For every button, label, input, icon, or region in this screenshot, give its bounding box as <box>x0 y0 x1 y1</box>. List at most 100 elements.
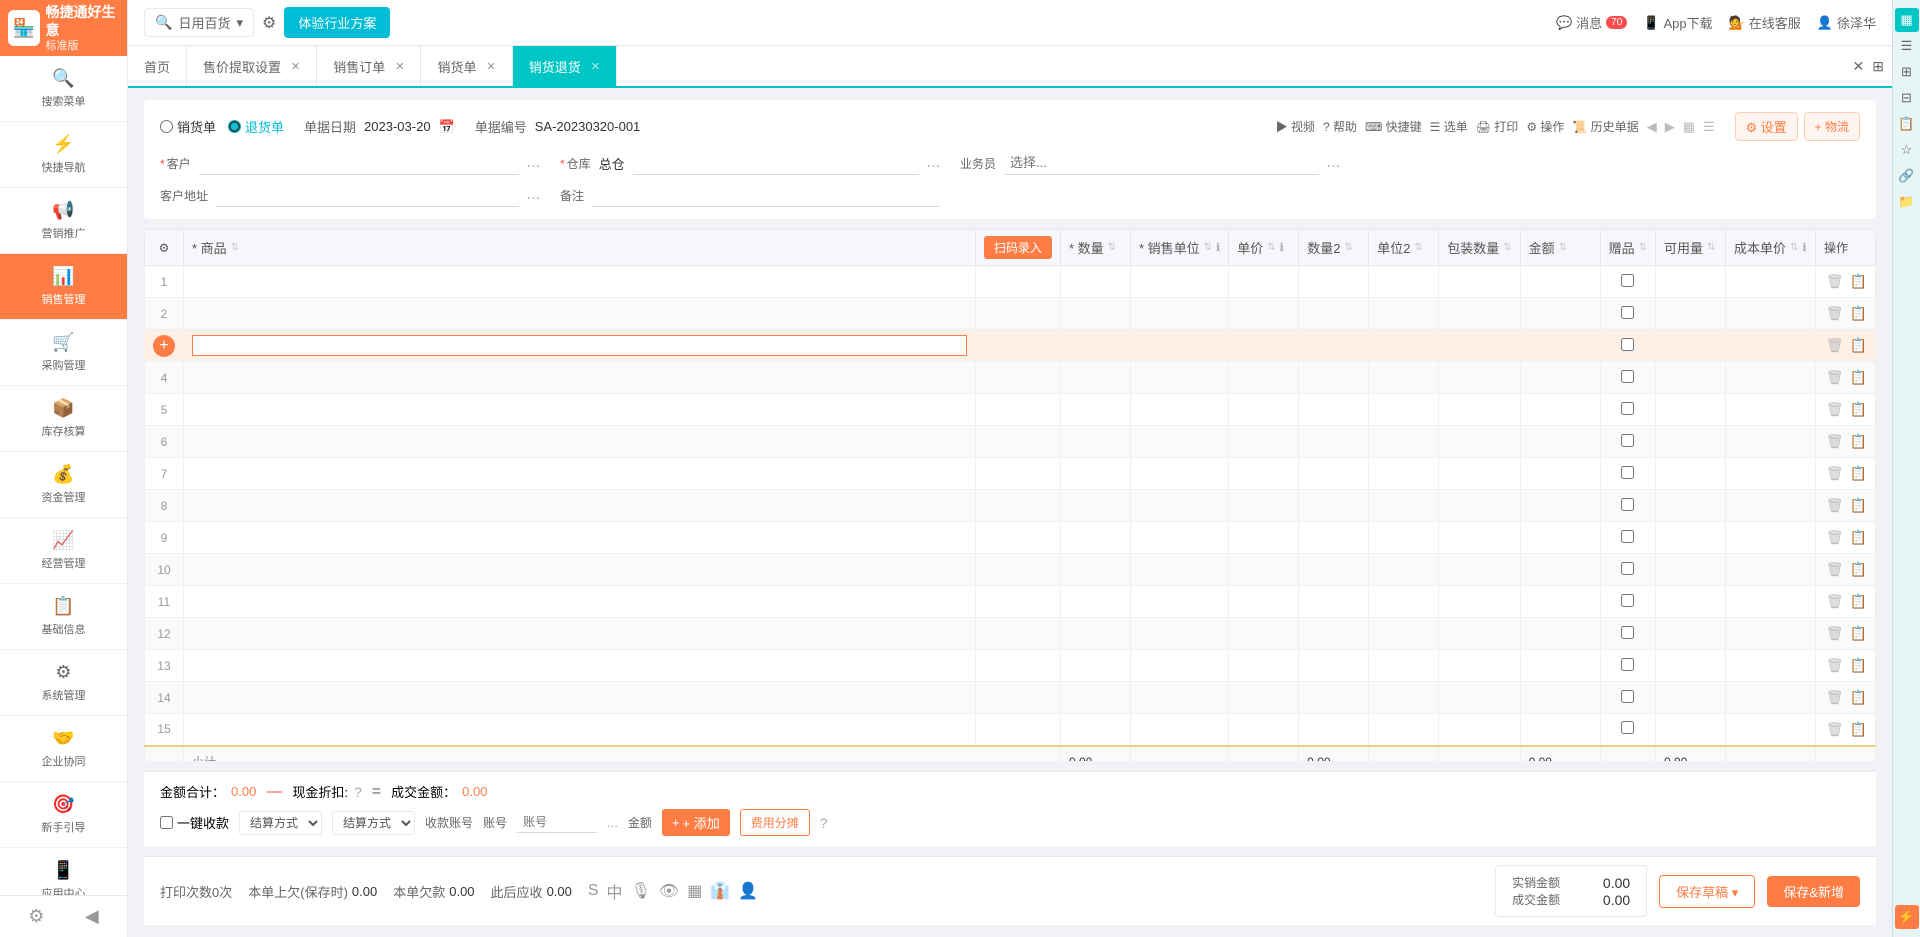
tab-close-all[interactable]: ✕ <box>1853 58 1865 75</box>
copy-icon[interactable]: 📋 <box>1850 401 1867 418</box>
remarks-input[interactable] <box>592 183 940 207</box>
one-key-payment-checkbox[interactable]: 一键收款 <box>160 813 229 832</box>
sidebar-item-operations[interactable]: 📈 经营管理 <box>0 518 127 584</box>
copy-icon[interactable]: 📋 <box>1850 529 1867 546</box>
chevron-down-icon[interactable]: ▾ <box>1732 885 1739 900</box>
product-cell-active[interactable] <box>184 330 976 362</box>
delete-icon[interactable]: 🗑 <box>1826 721 1844 738</box>
right-sidebar-grid-btn[interactable]: ▦ <box>1895 8 1919 32</box>
product-input[interactable] <box>192 274 967 289</box>
settle-method-select[interactable]: 结算方式 <box>239 811 322 835</box>
gift-checkbox[interactable] <box>1621 594 1634 607</box>
radio-return-input[interactable] <box>228 120 241 133</box>
sort-pkg-icon[interactable]: ⇅ <box>1503 242 1511 253</box>
operations-action[interactable]: ⚙ 操作 <box>1526 118 1564 135</box>
gift-checkbox[interactable] <box>1621 274 1634 287</box>
copy-icon[interactable]: 📋 <box>1850 561 1867 578</box>
sidebar-item-inventory[interactable]: 📦 库存核算 <box>0 386 127 452</box>
toolbar-icon-zh[interactable]: 中 <box>607 879 623 903</box>
copy-icon[interactable]: 📋 <box>1850 721 1867 738</box>
save-draft-btn[interactable]: 保存草稿 ▾ <box>1659 875 1755 908</box>
copy-icon[interactable]: 📋 <box>1850 273 1867 290</box>
radio-delivery[interactable]: 销货单 <box>160 117 216 136</box>
select-action[interactable]: ☰ 选单 <box>1430 118 1468 135</box>
delete-icon[interactable]: 🗑 <box>1826 433 1844 450</box>
sidebar-item-sales[interactable]: 📊 销售管理 <box>0 254 127 320</box>
sidebar-item-guide[interactable]: 🎯 新手引导 <box>0 782 127 848</box>
tab-home[interactable]: 首页 <box>128 46 187 86</box>
gift-checkbox[interactable] <box>1621 562 1634 575</box>
print-action[interactable]: 🖨 打印 <box>1476 118 1519 135</box>
gift-checkbox[interactable] <box>1621 530 1634 543</box>
experience-btn[interactable]: 体验行业方案 <box>284 7 390 38</box>
copy-icon[interactable]: 📋 <box>1850 593 1867 610</box>
calculate-method-select[interactable]: 结算方式 <box>332 811 415 835</box>
delete-icon[interactable]: 🗑 <box>1826 401 1844 418</box>
address-ellipsis-btn[interactable]: ... <box>527 187 540 203</box>
toolbar-icon-eye[interactable]: 👁 <box>659 881 679 901</box>
unit-info-icon[interactable]: ℹ <box>1216 241 1220 254</box>
customer-service-btn[interactable]: 💁 在线客服 <box>1729 13 1801 32</box>
copy-icon[interactable]: 📋 <box>1850 337 1867 354</box>
fee-split-btn[interactable]: 费用分摊 <box>740 809 810 836</box>
copy-icon[interactable]: 📋 <box>1850 305 1867 322</box>
sidebar-item-system[interactable]: ⚙ 系统管理 <box>0 650 127 716</box>
sort-unit2-icon[interactable]: ⇅ <box>1414 242 1422 253</box>
video-action[interactable]: ▶ 视频 <box>1276 118 1315 135</box>
settings-btn[interactable]: ⚙ 设置 <box>1735 112 1798 141</box>
delete-icon[interactable]: 🗑 <box>1826 369 1844 386</box>
sort-unit-icon[interactable]: ⇅ <box>1204 242 1212 253</box>
right-sidebar-action-btn[interactable]: ⚡ <box>1895 905 1919 929</box>
nav-prev-icon[interactable]: ◀ <box>1647 119 1657 135</box>
right-sidebar-list-btn[interactable]: ☰ <box>1895 34 1919 58</box>
delete-icon[interactable]: 🗑 <box>1826 657 1844 674</box>
toolbar-icon-person[interactable]: 👤 <box>738 881 758 901</box>
grid-view-icon[interactable]: ▦ <box>1683 119 1695 135</box>
copy-icon[interactable]: 📋 <box>1850 657 1867 674</box>
toolbar-icon-grid[interactable]: ▦ <box>687 881 702 901</box>
delete-icon[interactable]: 🗑 <box>1826 529 1844 546</box>
right-sidebar-expand-btn[interactable]: ⊞ <box>1895 60 1919 84</box>
warehouse-input[interactable] <box>633 151 919 175</box>
sidebar-item-appstore[interactable]: 📱 应用中心 <box>0 848 127 895</box>
add-row-btn[interactable]: + <box>153 335 175 357</box>
delete-icon[interactable]: 🗑 <box>1826 465 1844 482</box>
delete-icon[interactable]: 🗑 <box>1826 305 1844 322</box>
tab-sales-return-close[interactable]: ✕ <box>591 60 600 73</box>
gift-checkbox[interactable] <box>1621 370 1634 383</box>
sidebar-collapse-btn[interactable]: ◀ <box>85 906 99 927</box>
one-key-payment-input[interactable] <box>160 816 173 829</box>
product-cell[interactable] <box>184 266 976 298</box>
user-profile[interactable]: 👤 徐泽华 <box>1817 13 1876 32</box>
sidebar-item-purchase[interactable]: 🛒 采购管理 <box>0 320 127 386</box>
gift-checkbox[interactable] <box>1621 690 1634 703</box>
sidebar-item-shortcut[interactable]: ⚡ 快捷导航 <box>0 122 127 188</box>
logistics-btn[interactable]: + 物流 <box>1804 112 1860 141</box>
delete-icon[interactable]: 🗑 <box>1826 337 1844 354</box>
copy-icon[interactable]: 📋 <box>1850 689 1867 706</box>
right-sidebar-star-btn[interactable]: ☆ <box>1895 138 1919 162</box>
gift-checkbox[interactable] <box>1621 306 1634 319</box>
tab-price-setup-close[interactable]: ✕ <box>291 60 300 73</box>
copy-icon[interactable]: 📋 <box>1850 369 1867 386</box>
nav-next-icon[interactable]: ▶ <box>1665 119 1675 135</box>
product-input-active[interactable] <box>192 335 967 356</box>
gift-checkbox[interactable] <box>1621 658 1634 671</box>
copy-icon[interactable]: 📋 <box>1850 625 1867 642</box>
toolbar-icon-mic[interactable]: 🎙 <box>631 881 651 901</box>
list-view-icon[interactable]: ☰ <box>1703 119 1715 135</box>
customer-input[interactable] <box>199 151 519 175</box>
gear-icon-topbar[interactable]: ⚙ <box>262 13 276 33</box>
history-action[interactable]: 📜 历史单据 <box>1572 118 1638 135</box>
salesperson-input[interactable] <box>1004 151 1319 175</box>
sidebar-item-finance[interactable]: 💰 资金管理 <box>0 452 127 518</box>
product-cell[interactable] <box>184 298 976 330</box>
toolbar-icon-s[interactable]: S <box>588 882 599 900</box>
help-icon[interactable]: ? <box>354 784 362 800</box>
scan-btn[interactable]: 扫码录入 <box>984 236 1052 259</box>
sort-cost-icon[interactable]: ⇅ <box>1790 242 1798 253</box>
gift-checkbox[interactable] <box>1621 402 1634 415</box>
fee-account-input[interactable] <box>517 812 597 833</box>
calendar-icon[interactable]: 📅 <box>439 119 455 135</box>
delete-icon[interactable]: 🗑 <box>1826 625 1844 642</box>
